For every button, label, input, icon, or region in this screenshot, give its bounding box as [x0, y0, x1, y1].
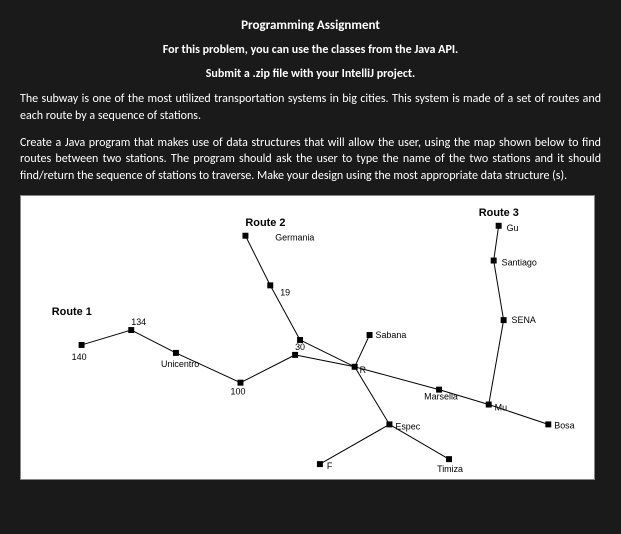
station-sabana: Sabana: [376, 330, 407, 340]
route1-label: Route 1: [52, 306, 92, 318]
route2-label: Route 2: [245, 217, 285, 229]
assignment-subtitle: For this problem, you can use the classe…: [20, 43, 601, 57]
station-timiza: Timiza: [437, 464, 463, 474]
assignment-title: Programming Assignment: [20, 18, 601, 33]
station-mu: Mu: [495, 402, 507, 412]
station-marsella: Marsella: [424, 392, 458, 402]
station-bosa: Bosa: [554, 420, 574, 430]
assignment-subtitle2: Submit a .zip file with your IntelliJ pr…: [20, 67, 601, 81]
station-santiago: Santiago: [502, 257, 537, 267]
station-gu: Gu: [507, 223, 519, 233]
station-f: F: [327, 461, 333, 471]
station-sena: SENA: [512, 315, 536, 325]
route3-label: Route 3: [479, 207, 519, 219]
subway-map: Route 1 Route 2 Route 3 Germania 19 134 …: [20, 195, 595, 480]
station-134: 134: [131, 317, 146, 327]
station-unicentro: Unicentro: [161, 359, 199, 369]
station-30: 30: [295, 342, 305, 352]
paragraph-2: Create a Java program that makes use of …: [20, 135, 601, 185]
station-19: 19: [280, 287, 290, 297]
station-espec: Espec: [395, 421, 420, 431]
station-100: 100: [231, 387, 246, 397]
station-r: R: [360, 365, 367, 375]
station-germania: Germania: [275, 233, 314, 243]
station-140: 140: [72, 352, 87, 362]
map-svg: Route 1 Route 2 Route 3 Germania 19 134 …: [21, 196, 594, 479]
paragraph-1: The subway is one of the most utilized t…: [20, 91, 601, 125]
